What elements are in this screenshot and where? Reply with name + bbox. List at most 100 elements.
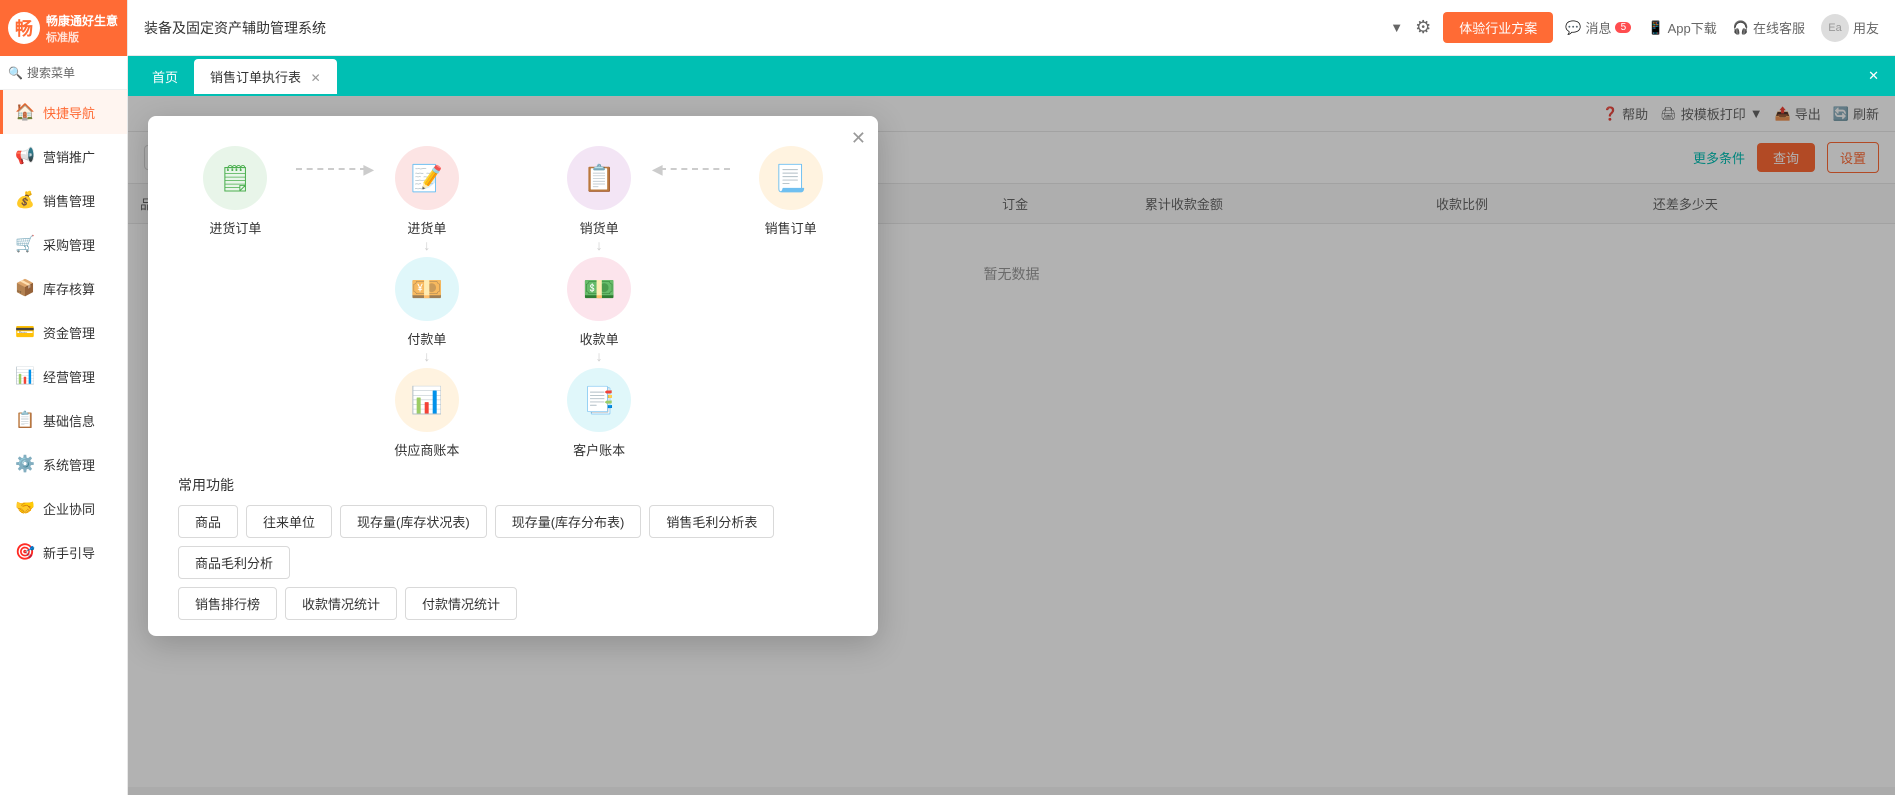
- message-icon: 💬: [1565, 20, 1581, 36]
- purchase-label: 采购管理: [43, 235, 95, 254]
- main-area: 装备及固定资产辅助管理系统 ▼ ⚙ 体验行业方案 💬 消息 5 📱 App下载 …: [128, 0, 1895, 795]
- topbar: 装备及固定资产辅助管理系统 ▼ ⚙ 体验行业方案 💬 消息 5 📱 App下载 …: [128, 0, 1895, 56]
- app-download-icon: 📱: [1647, 20, 1663, 36]
- purchase-bill-node: 📝 进货单: [369, 146, 484, 237]
- online-service-action[interactable]: 🎧 在线客服: [1733, 18, 1805, 37]
- modal-body: 🗒 进货订单 ▶: [148, 116, 878, 636]
- sidebar-item-operations[interactable]: 📊 经营管理: [0, 354, 127, 398]
- sales-label: 销售管理: [43, 191, 95, 210]
- supplier-account-circle[interactable]: 📊: [395, 368, 459, 432]
- marketing-icon: 📢: [15, 146, 35, 166]
- func-btn-sales-rank[interactable]: 销售排行榜: [178, 587, 277, 620]
- close-tab-btn[interactable]: ✕: [1860, 60, 1887, 92]
- sidebar-item-purchase[interactable]: 🛒 采购管理: [0, 222, 127, 266]
- payment-in-circle[interactable]: 💵: [567, 257, 631, 321]
- finance-icon: 💳: [15, 322, 35, 342]
- system-title: 装备及固定资产辅助管理系统: [144, 18, 1378, 38]
- operations-label: 经营管理: [43, 367, 95, 386]
- sidebar-item-finance[interactable]: 💳 资金管理: [0, 310, 127, 354]
- arrow-2: ◀: [657, 168, 734, 170]
- sidebar-item-system[interactable]: ⚙️ 系统管理: [0, 442, 127, 486]
- supplier-account-icon: 📊: [411, 385, 443, 416]
- system-label: 系统管理: [43, 455, 95, 474]
- guide-label: 新手引导: [43, 543, 95, 562]
- guide-icon: 🎯: [15, 542, 35, 562]
- sales-order-icon: 📃: [774, 163, 806, 194]
- sales-bill-node: 📋 销货单: [542, 146, 657, 237]
- online-service-icon: 🎧: [1733, 20, 1749, 36]
- sidebar-item-quick-nav[interactable]: 🏠 快捷导航: [0, 90, 127, 134]
- marketing-label: 营销推广: [43, 147, 95, 166]
- experience-button[interactable]: 体验行业方案: [1443, 12, 1553, 43]
- system-icon: ⚙️: [15, 454, 35, 474]
- inventory-icon: 📦: [15, 278, 35, 298]
- tab-sales-order[interactable]: 销售订单执行表 ✕: [194, 59, 337, 94]
- payment-in-label: 收款单: [580, 329, 619, 348]
- payment-out-label: 付款单: [407, 329, 446, 348]
- logo-sub: 标准版: [46, 29, 118, 45]
- func-btn-payment-stats[interactable]: 付款情况统计: [405, 587, 517, 620]
- sales-order-label: 销售订单: [765, 218, 817, 237]
- func-btn-stock-dist[interactable]: 现存量(库存分布表): [495, 505, 642, 538]
- message-label: 消息: [1585, 18, 1611, 37]
- cooperation-icon: 🤝: [15, 498, 35, 518]
- user-action[interactable]: Ea 用友: [1821, 14, 1879, 42]
- sidebar-item-guide[interactable]: 🎯 新手引导: [0, 530, 127, 574]
- sidebar-logo: 畅 畅康通好生意 标准版: [0, 0, 127, 56]
- tab-sales-order-label: 销售订单执行表: [210, 70, 301, 85]
- func-btn-product[interactable]: 商品: [178, 505, 238, 538]
- sidebar-item-sales[interactable]: 💰 销售管理: [0, 178, 127, 222]
- customer-account-circle[interactable]: 📑: [567, 368, 631, 432]
- func-btn-product-profit[interactable]: 商品毛利分析: [178, 546, 290, 579]
- sales-bill-icon: 📋: [583, 163, 615, 194]
- down-arrow-1: ↓: [369, 237, 484, 253]
- sidebar-item-marketing[interactable]: 📢 营销推广: [0, 134, 127, 178]
- tab-home[interactable]: 首页: [136, 59, 194, 94]
- search-label: 搜索菜单: [27, 64, 75, 81]
- payment-out-node: 💴 付款单: [369, 257, 484, 348]
- customer-account-label: 客户账本: [573, 440, 625, 459]
- operations-icon: 📊: [15, 366, 35, 386]
- sidebar-item-cooperation[interactable]: 🤝 企业协同: [0, 486, 127, 530]
- down-arrow-4: ↓: [542, 348, 657, 364]
- modal-overlay: ✕ 🗒 进货订单: [128, 96, 1895, 795]
- purchase-order-circle[interactable]: 🗒: [203, 146, 267, 210]
- sidebar-item-basic[interactable]: 📋 基础信息: [0, 398, 127, 442]
- sales-bill-circle[interactable]: 📋: [567, 146, 631, 210]
- modal-close-btn[interactable]: ✕: [851, 128, 866, 149]
- sidebar-item-inventory[interactable]: 📦 库存核算: [0, 266, 127, 310]
- search-icon: 🔍: [8, 66, 23, 80]
- func-btn-stock-status[interactable]: 现存量(库存状况表): [340, 505, 487, 538]
- sidebar-search[interactable]: 🔍 搜索菜单: [0, 56, 127, 90]
- avatar: Ea: [1821, 14, 1849, 42]
- quick-nav-label: 快捷导航: [43, 103, 95, 122]
- func-btn-sales-profit[interactable]: 销售毛利分析表: [649, 505, 774, 538]
- logo-icon: 畅: [8, 12, 40, 44]
- purchase-icon: 🛒: [15, 234, 35, 254]
- system-dropdown[interactable]: ▼: [1390, 20, 1403, 35]
- inventory-label: 库存核算: [43, 279, 95, 298]
- purchase-bill-icon: 📝: [411, 163, 443, 194]
- purchase-order-node: 🗒 进货订单: [178, 146, 293, 237]
- sales-order-circle[interactable]: 📃: [759, 146, 823, 210]
- arrow-1: ▶: [293, 168, 370, 170]
- customer-account-icon: 📑: [583, 385, 615, 416]
- payment-out-circle[interactable]: 💴: [395, 257, 459, 321]
- content-area: ❓ 帮助 🖨 按模板打印 ▼ 📤 导出 🔄 刷新 📅 📅: [128, 96, 1895, 795]
- payment-in-icon: 💵: [583, 274, 615, 305]
- dropdown-arrow-icon: ▼: [1390, 20, 1403, 35]
- func-btn-partner[interactable]: 往来单位: [246, 505, 332, 538]
- app-download-action[interactable]: 📱 App下载: [1647, 18, 1716, 37]
- supplier-account-label: 供应商账本: [394, 440, 459, 459]
- basic-icon: 📋: [15, 410, 35, 430]
- purchase-order-label: 进货订单: [209, 218, 261, 237]
- common-functions-section: 常用功能 商品 往来单位 现存量(库存状况表) 现存量(库存分布表) 销售毛利分…: [178, 475, 848, 620]
- tab-close-icon[interactable]: ✕: [311, 71, 321, 85]
- message-action[interactable]: 💬 消息 5: [1565, 18, 1631, 37]
- sales-bill-label: 销货单: [580, 218, 619, 237]
- func-btn-receipt-stats[interactable]: 收款情况统计: [285, 587, 397, 620]
- settings-button[interactable]: ⚙: [1415, 17, 1431, 38]
- payment-in-node: 💵 收款单: [542, 257, 657, 348]
- user-name: 用友: [1853, 18, 1879, 37]
- purchase-bill-circle[interactable]: 📝: [395, 146, 459, 210]
